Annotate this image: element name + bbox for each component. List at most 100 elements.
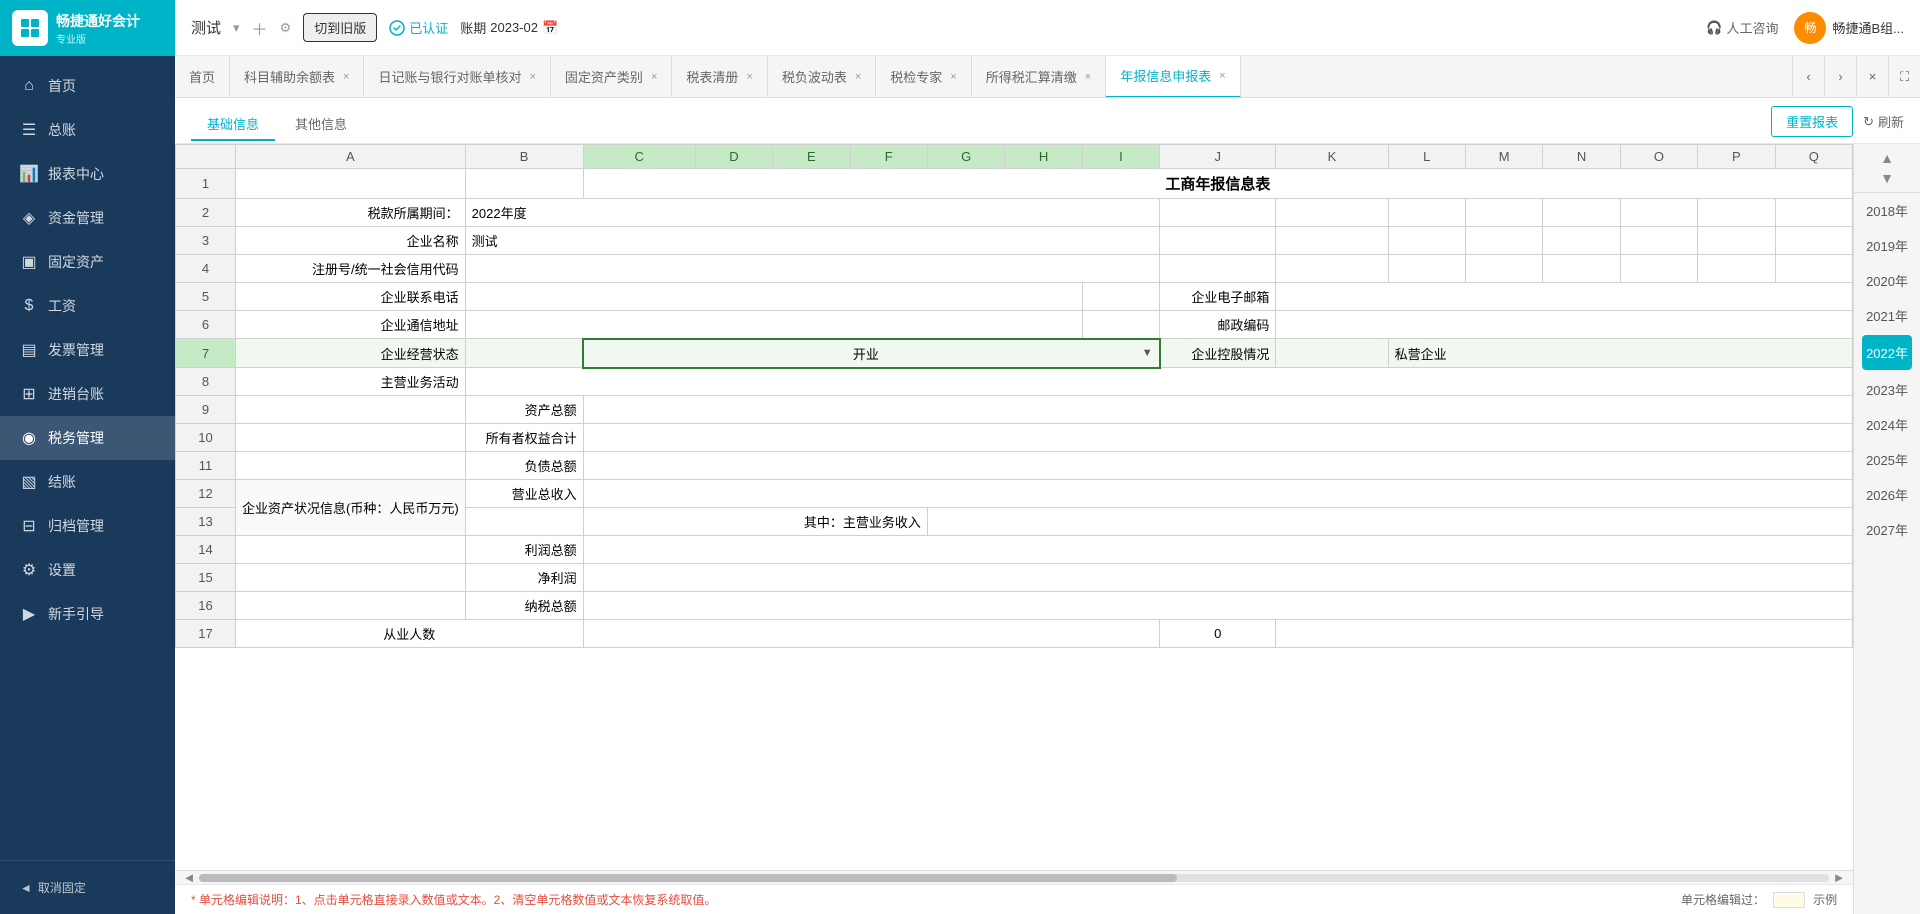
cell-5-A[interactable]: 企业联系电话	[236, 283, 466, 311]
cell-12-C[interactable]	[583, 480, 1853, 508]
cell-2-O[interactable]	[1620, 199, 1697, 227]
year-item-2025[interactable]: 2025年	[1854, 442, 1920, 477]
cell-4-Q[interactable]	[1775, 255, 1853, 283]
help-button[interactable]: 🎧 人工咨询	[1706, 18, 1778, 37]
tab-close-icon[interactable]: ×	[950, 71, 956, 83]
cell-11-C[interactable]	[583, 452, 1853, 480]
col-header-I[interactable]: I	[1082, 145, 1159, 169]
spreadsheet-area[interactable]: A B C D E F G H I J	[175, 144, 1853, 870]
cell-6-J[interactable]: 邮政编码	[1160, 311, 1276, 339]
tab-income-tax[interactable]: 所得税汇算清缴 ×	[972, 56, 1106, 98]
cell-5-I[interactable]	[1082, 283, 1159, 311]
sidebar-item-capital[interactable]: ◈ 资金管理	[0, 196, 175, 240]
calendar-icon[interactable]: 📅	[542, 20, 558, 36]
dropdown-arrow-icon[interactable]: ▾	[233, 20, 240, 36]
cell-10-A[interactable]	[236, 424, 466, 452]
cell-2-Q[interactable]	[1775, 199, 1853, 227]
cell-7-B[interactable]	[465, 339, 583, 368]
cell-3-N[interactable]	[1543, 227, 1620, 255]
cell-17-J[interactable]: 0	[1160, 620, 1276, 648]
tab-nav-next-button[interactable]: ›	[1824, 56, 1856, 98]
sidebar-item-archive[interactable]: ⊟ 归档管理	[0, 504, 175, 548]
cell-3-M[interactable]	[1465, 227, 1542, 255]
cell-7-A[interactable]: 企业经营状态	[236, 339, 466, 368]
cell-4-K[interactable]	[1276, 255, 1388, 283]
tab-close-icon[interactable]: ×	[1219, 70, 1225, 82]
cell-9-C[interactable]	[583, 396, 1853, 424]
year-item-2019[interactable]: 2019年	[1854, 228, 1920, 263]
reset-report-button[interactable]: 重置报表	[1771, 106, 1853, 137]
col-header-P[interactable]: P	[1698, 145, 1775, 169]
cell-2-J[interactable]	[1160, 199, 1276, 227]
tab-close-icon[interactable]: ×	[343, 71, 349, 83]
sub-tab-basic-info[interactable]: 基础信息	[191, 108, 275, 141]
col-header-A[interactable]: A	[236, 145, 466, 169]
cell-12-B[interactable]: 营业总收入	[465, 480, 583, 508]
tab-journal-bank[interactable]: 日记账与银行对账单核对 ×	[364, 56, 550, 98]
sidebar-item-tax[interactable]: ◉ 税务管理	[0, 416, 175, 460]
cell-3-A[interactable]: 企业名称	[236, 227, 466, 255]
tab-home[interactable]: 首页	[175, 56, 230, 98]
year-item-2023[interactable]: 2023年	[1854, 372, 1920, 407]
cell-12-A[interactable]: 企业资产状况信息(币种：人民币万元)	[236, 480, 466, 536]
sidebar-item-assets[interactable]: ▣ 固定资产	[0, 240, 175, 284]
cell-7-C-dropdown[interactable]: 开业 ▼	[583, 339, 1160, 368]
horizontal-scrollbar[interactable]: ◄ ►	[175, 870, 1853, 884]
cell-4-A[interactable]: 注册号/统一社会信用代码	[236, 255, 466, 283]
settings-icon[interactable]: ⚙	[280, 20, 292, 36]
switch-version-button[interactable]: 切到旧版	[303, 13, 377, 42]
tab-expand-button[interactable]: ⛶	[1888, 56, 1920, 98]
cell-7-L[interactable]: 私营企业	[1388, 339, 1853, 368]
cell-3-L[interactable]	[1388, 227, 1465, 255]
col-header-D[interactable]: D	[695, 145, 772, 169]
cell-2-N[interactable]	[1543, 199, 1620, 227]
cell-11-A[interactable]	[236, 452, 466, 480]
col-header-F[interactable]: F	[850, 145, 927, 169]
cell-3-K[interactable]	[1276, 227, 1388, 255]
cell-4-P[interactable]	[1698, 255, 1775, 283]
sidebar-item-settings[interactable]: ⚙ 设置	[0, 548, 175, 592]
tab-close-icon[interactable]: ×	[529, 71, 535, 83]
tab-annual-report[interactable]: 年报信息申报表 ×	[1106, 56, 1240, 98]
tab-fixed-assets-category[interactable]: 固定资产类别 ×	[551, 56, 672, 98]
cell-9-B[interactable]: 资产总额	[465, 396, 583, 424]
sidebar-item-invoice[interactable]: ▤ 发票管理	[0, 328, 175, 372]
cell-2-A[interactable]: 税款所属期间：	[236, 199, 466, 227]
user-menu-button[interactable]: 畅 畅捷通B组...	[1794, 12, 1904, 44]
cell-1-title[interactable]: 工商年报信息表	[583, 169, 1853, 199]
cell-2-P[interactable]	[1698, 199, 1775, 227]
cell-4-O[interactable]	[1620, 255, 1697, 283]
col-header-B[interactable]: B	[465, 145, 583, 169]
year-item-2026[interactable]: 2026年	[1854, 477, 1920, 512]
tab-tax-fluctuation[interactable]: 税负波动表 ×	[768, 56, 876, 98]
cell-3-J[interactable]	[1160, 227, 1276, 255]
cell-5-J[interactable]: 企业电子邮箱	[1160, 283, 1276, 311]
cell-13-G[interactable]	[927, 508, 1852, 536]
scroll-right-button[interactable]: ►	[1829, 870, 1849, 885]
cell-4-M[interactable]	[1465, 255, 1542, 283]
cell-8-B[interactable]	[465, 368, 1852, 396]
col-header-L[interactable]: L	[1388, 145, 1465, 169]
year-panel-scroll-up-button[interactable]: ▲	[1878, 148, 1896, 168]
cell-15-B[interactable]: 净利润	[465, 564, 583, 592]
cell-6-A[interactable]: 企业通信地址	[236, 311, 466, 339]
cell-13-B[interactable]	[465, 508, 583, 536]
cell-15-C[interactable]	[583, 564, 1853, 592]
cell-11-B[interactable]: 负债总额	[465, 452, 583, 480]
year-item-2024[interactable]: 2024年	[1854, 407, 1920, 442]
cell-4-L[interactable]	[1388, 255, 1465, 283]
cell-1-A[interactable]	[236, 169, 466, 199]
sidebar-item-salary[interactable]: $ 工资	[0, 284, 175, 328]
cell-13-C[interactable]: 其中：主营业务收入	[583, 508, 927, 536]
cell-16-A[interactable]	[236, 592, 466, 620]
col-header-C[interactable]: C	[583, 145, 695, 169]
tab-tax-expert[interactable]: 税检专家 ×	[876, 56, 971, 98]
cell-16-B[interactable]: 纳税总额	[465, 592, 583, 620]
cell-16-C[interactable]	[583, 592, 1853, 620]
col-header-G[interactable]: G	[927, 145, 1004, 169]
sidebar-item-home[interactable]: ⌂ 首页	[0, 64, 175, 108]
cell-6-I[interactable]	[1082, 311, 1159, 339]
col-header-J[interactable]: J	[1160, 145, 1276, 169]
cell-2-B[interactable]: 2022年度	[465, 199, 1159, 227]
tab-subject-balance[interactable]: 科目辅助余额表 ×	[230, 56, 364, 98]
